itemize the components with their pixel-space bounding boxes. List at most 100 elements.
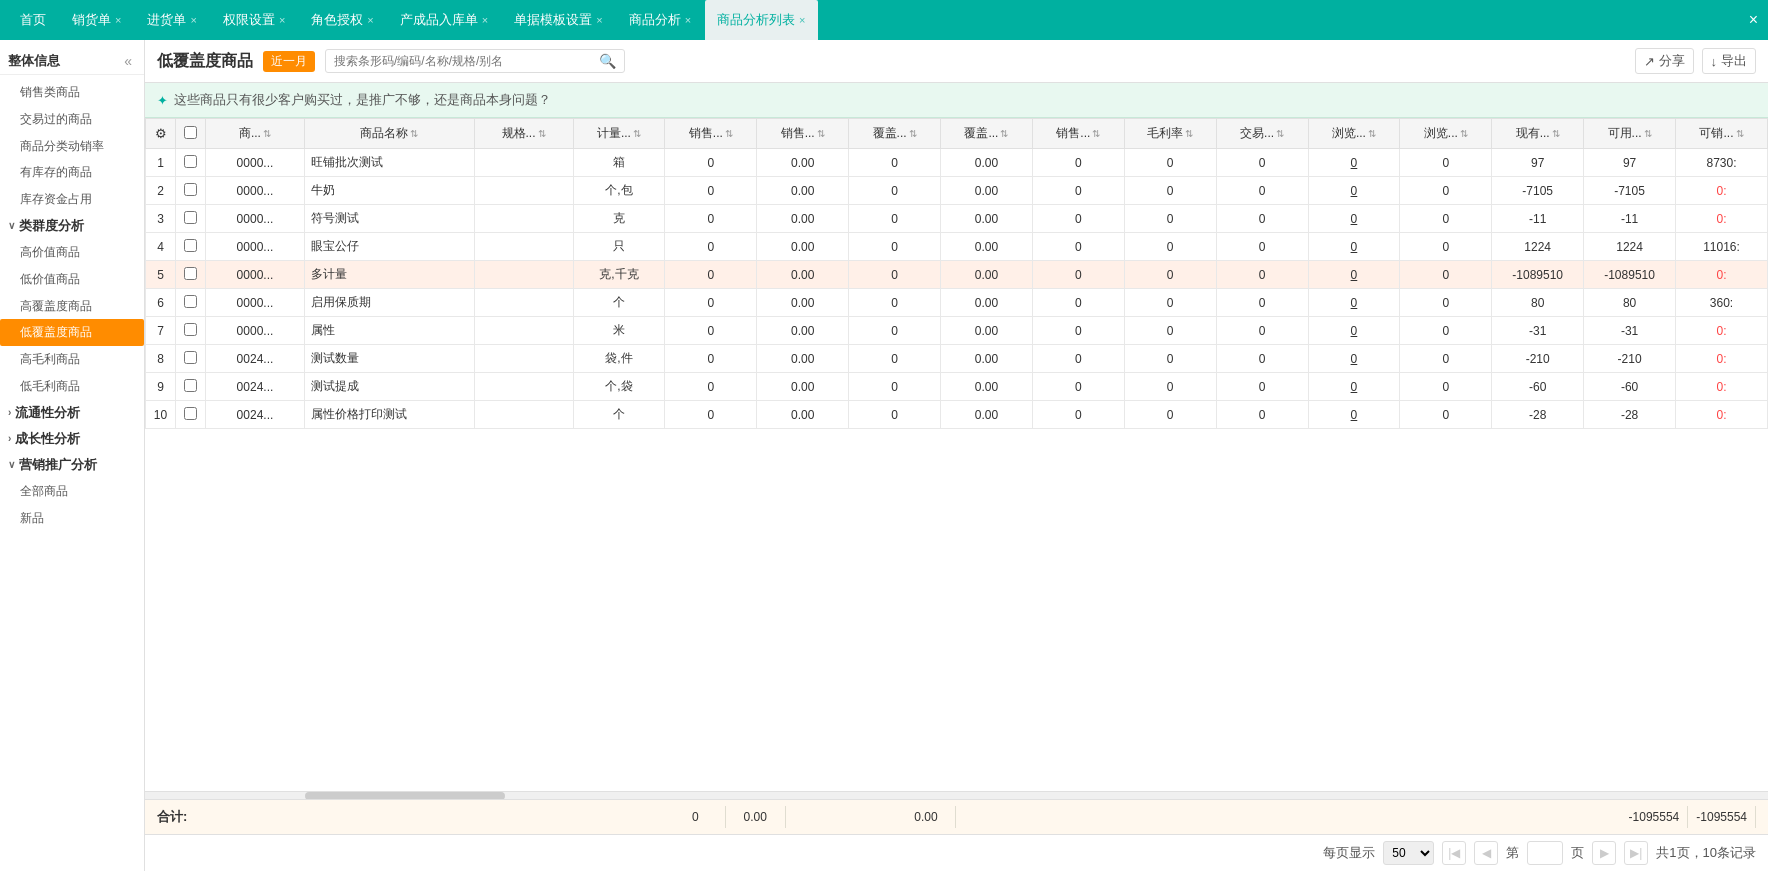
sidebar-section-growth[interactable]: › 成长性分析 (0, 426, 144, 452)
col-sales-amount[interactable]: 销售...⇅ (757, 119, 849, 149)
nav-purchase-order[interactable]: 进货单 × (135, 0, 208, 40)
sidebar-item-category-rate[interactable]: 商品分类动销率 (0, 133, 144, 160)
sidebar-section-liquidity[interactable]: › 流通性分析 (0, 400, 144, 426)
cell-checkbox[interactable] (176, 261, 206, 289)
cell-browse1[interactable]: 0 (1308, 401, 1400, 429)
settings-icon[interactable]: ⚙ (155, 126, 167, 141)
cell-checkbox[interactable] (176, 289, 206, 317)
col-browse1[interactable]: 浏览...⇅ (1308, 119, 1400, 149)
cell-checkbox[interactable] (176, 205, 206, 233)
scrollbar-thumb[interactable] (305, 792, 505, 799)
cell-checkbox[interactable] (176, 317, 206, 345)
cell-browse1[interactable]: 0 (1308, 233, 1400, 261)
cell-browse1[interactable]: 0 (1308, 317, 1400, 345)
col-cover1[interactable]: 覆盖...⇅ (849, 119, 941, 149)
row-checkbox[interactable] (184, 155, 197, 168)
nav-sales-order-close[interactable]: × (115, 14, 121, 26)
cell-checkbox[interactable] (176, 373, 206, 401)
cell-browse1[interactable]: 0 (1308, 205, 1400, 233)
sidebar-item-traded-products[interactable]: 交易过的商品 (0, 106, 144, 133)
row-checkbox[interactable] (184, 211, 197, 224)
cell-checkbox[interactable] (176, 401, 206, 429)
select-all-checkbox[interactable] (184, 126, 197, 139)
sidebar-item-high-profit[interactable]: 高毛利商品 (0, 346, 144, 373)
horizontal-scrollbar[interactable] (145, 791, 1768, 799)
col-current[interactable]: 现有...⇅ (1492, 119, 1584, 149)
row-checkbox[interactable] (184, 323, 197, 336)
sidebar-item-low-coverage[interactable]: 低覆盖度商品 (0, 319, 144, 346)
col-browse2[interactable]: 浏览...⇅ (1400, 119, 1492, 149)
col-sales-count[interactable]: 销售...⇅ (665, 119, 757, 149)
per-page-select[interactable]: 50 100 200 (1383, 841, 1434, 865)
col-saleable[interactable]: 可销...⇅ (1676, 119, 1768, 149)
table-container[interactable]: ⚙ 商...⇅ 商品名称⇅ 规格...⇅ 计量...⇅ 销售...⇅ 销售...… (145, 118, 1768, 791)
row-checkbox[interactable] (184, 295, 197, 308)
col-profit-rate[interactable]: 毛利率⇅ (1124, 119, 1216, 149)
nav-role-auth[interactable]: 角色授权 × (299, 0, 385, 40)
nav-product-analysis[interactable]: 商品分析 × (617, 0, 703, 40)
sidebar-item-capital[interactable]: 库存资金占用 (0, 186, 144, 213)
cell-browse1[interactable]: 0 (1308, 373, 1400, 401)
close-all-tabs[interactable]: × (1749, 11, 1758, 29)
next-page-btn[interactable]: ▶ (1592, 841, 1616, 865)
nav-product-analysis-list-close[interactable]: × (799, 14, 805, 26)
nav-sales-order[interactable]: 销货单 × (60, 0, 133, 40)
col-cover2[interactable]: 覆盖...⇅ (941, 119, 1033, 149)
first-page-btn[interactable]: |◀ (1442, 841, 1466, 865)
sidebar-item-low-profit[interactable]: 低毛利商品 (0, 373, 144, 400)
nav-purchase-order-close[interactable]: × (190, 14, 196, 26)
row-checkbox[interactable] (184, 267, 197, 280)
sidebar-item-stocked[interactable]: 有库存的商品 (0, 159, 144, 186)
time-filter-btn[interactable]: 近一月 (263, 51, 315, 72)
sidebar-item-new-products[interactable]: 新品 (0, 505, 144, 532)
col-available[interactable]: 可用...⇅ (1584, 119, 1676, 149)
col-unit[interactable]: 计量...⇅ (573, 119, 665, 149)
export-btn[interactable]: ↓ 导出 (1702, 48, 1757, 74)
page-input[interactable]: 1 (1527, 841, 1563, 865)
nav-home[interactable]: 首页 (8, 0, 58, 40)
nav-template-settings[interactable]: 单据模板设置 × (502, 0, 614, 40)
col-spec[interactable]: 规格...⇅ (474, 119, 573, 149)
row-checkbox[interactable] (184, 379, 197, 392)
nav-permissions[interactable]: 权限设置 × (211, 0, 297, 40)
col-code[interactable]: 商...⇅ (206, 119, 305, 149)
cell-browse1[interactable]: 0 (1308, 289, 1400, 317)
sidebar-item-all-products[interactable]: 全部商品 (0, 478, 144, 505)
sidebar-item-high-coverage[interactable]: 高覆盖度商品 (0, 293, 144, 320)
nav-finished-goods-close[interactable]: × (482, 14, 488, 26)
nav-role-auth-close[interactable]: × (367, 14, 373, 26)
col-name[interactable]: 商品名称⇅ (304, 119, 474, 149)
share-btn[interactable]: ↗ 分享 (1635, 48, 1694, 74)
col-sales3[interactable]: 销售...⇅ (1032, 119, 1124, 149)
cell-checkbox[interactable] (176, 149, 206, 177)
col-trade[interactable]: 交易...⇅ (1216, 119, 1308, 149)
row-checkbox[interactable] (184, 351, 197, 364)
nav-permissions-close[interactable]: × (279, 14, 285, 26)
col-settings[interactable]: ⚙ (146, 119, 176, 149)
nav-product-analysis-list[interactable]: 商品分析列表 × (705, 0, 817, 40)
cell-browse1[interactable]: 0 (1308, 149, 1400, 177)
col-checkbox[interactable] (176, 119, 206, 149)
cell-browse1[interactable]: 0 (1308, 177, 1400, 205)
sidebar-item-high-value[interactable]: 高价值商品 (0, 239, 144, 266)
sidebar-item-low-value[interactable]: 低价值商品 (0, 266, 144, 293)
search-icon[interactable]: 🔍 (599, 53, 616, 69)
sidebar-section-marketing[interactable]: ∨ 营销推广分析 (0, 452, 144, 478)
prev-page-btn[interactable]: ◀ (1474, 841, 1498, 865)
cell-checkbox[interactable] (176, 177, 206, 205)
sidebar-section-class-analysis[interactable]: ∨ 类群度分析 (0, 213, 144, 239)
cell-checkbox[interactable] (176, 233, 206, 261)
collapse-sidebar-btn[interactable]: « (120, 53, 136, 69)
sidebar-item-sales-products[interactable]: 销售类商品 (0, 79, 144, 106)
last-page-btn[interactable]: ▶| (1624, 841, 1648, 865)
row-checkbox[interactable] (184, 239, 197, 252)
cell-checkbox[interactable] (176, 345, 206, 373)
nav-product-analysis-close[interactable]: × (685, 14, 691, 26)
nav-finished-goods[interactable]: 产成品入库单 × (388, 0, 500, 40)
cell-browse1[interactable]: 0 (1308, 261, 1400, 289)
row-checkbox[interactable] (184, 183, 197, 196)
row-checkbox[interactable] (184, 407, 197, 420)
nav-template-settings-close[interactable]: × (596, 14, 602, 26)
cell-browse1[interactable]: 0 (1308, 345, 1400, 373)
search-input[interactable] (334, 54, 599, 68)
